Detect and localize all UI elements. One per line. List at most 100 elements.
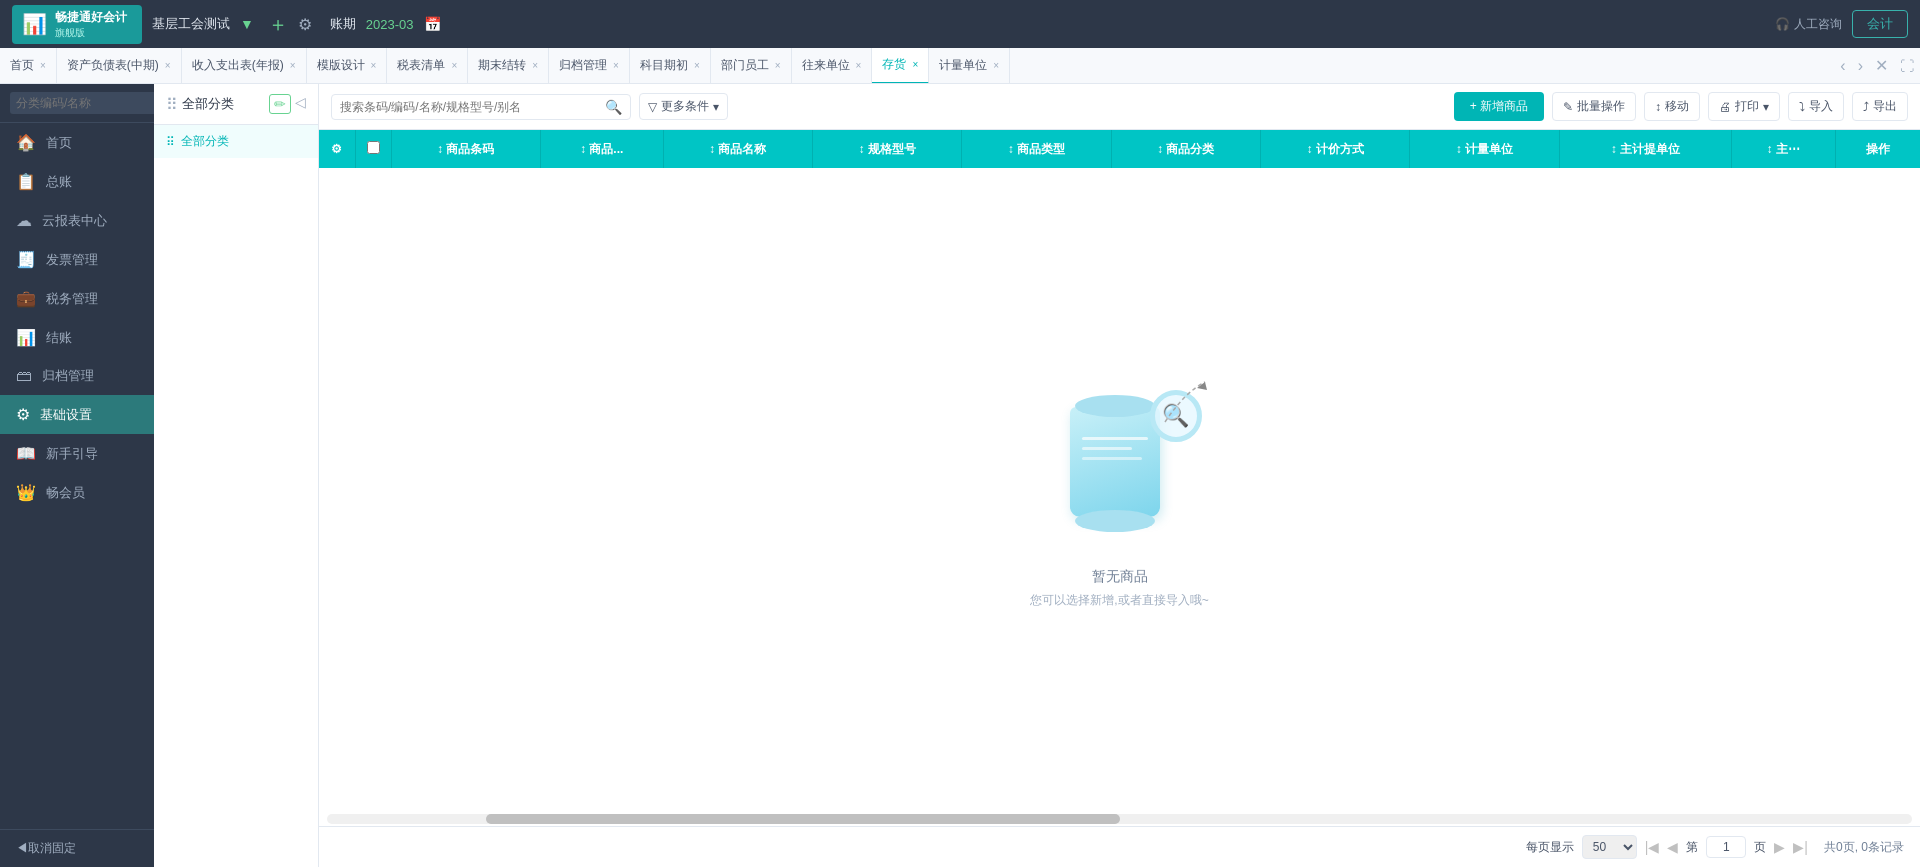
tab-----[interactable]: 往来单位×	[792, 48, 873, 84]
sidebar-item-云报表中心[interactable]: ☁云报表中心	[0, 201, 154, 240]
batch-button[interactable]: ✎ 批量操作	[1552, 92, 1636, 121]
tab-close-all[interactable]: ✕	[1869, 56, 1894, 75]
nav-icon: ☁	[16, 211, 32, 230]
settings-icon[interactable]: ⚙	[298, 15, 312, 34]
print-button[interactable]: 🖨 打印 ▾	[1708, 92, 1780, 121]
sidebar-search-area: 🔍	[0, 84, 154, 123]
tab-close-btn[interactable]: ×	[993, 60, 999, 71]
logo-text: 畅捷通好会计	[55, 9, 127, 26]
page-input[interactable]	[1706, 836, 1746, 858]
tab-close-btn[interactable]: ×	[856, 60, 862, 71]
main-layout: 🔍 🏠首页📋总账☁云报表中心🧾发票管理💼税务管理📊结账🗃归档管理⚙基础设置📖新手…	[0, 84, 1920, 867]
print-icon: 🖨	[1719, 100, 1731, 114]
col-action: 操作	[1835, 130, 1920, 168]
sidebar-item-总账[interactable]: 📋总账	[0, 162, 154, 201]
col-category: ↕ 商品分类	[1111, 130, 1260, 168]
page-total: 共0页, 0条记录	[1824, 839, 1904, 856]
sidebar-item-归档管理[interactable]: 🗃归档管理	[0, 357, 154, 395]
nav-icon: 👑	[16, 483, 36, 502]
tab-----[interactable]: 计量单位×	[929, 48, 1010, 84]
sidebar-item-首页[interactable]: 🏠首页	[0, 123, 154, 162]
tab-close-btn[interactable]: ×	[40, 60, 46, 71]
move-button[interactable]: ↕ 移动	[1644, 92, 1700, 121]
hash-icon: ⠿	[166, 95, 178, 114]
arrow-illustration	[1155, 372, 1215, 432]
export-button[interactable]: ⤴ 导出	[1852, 92, 1908, 121]
tab---[interactable]: 首页×	[0, 48, 57, 84]
tab-----[interactable]: 归档管理×	[549, 48, 630, 84]
help-icon: 🎧	[1775, 17, 1790, 31]
per-page-select[interactable]: 20 50 100 200	[1582, 835, 1637, 859]
category-collapse-icon[interactable]: ◁	[295, 94, 306, 114]
tab-----[interactable]: 模版设计×	[307, 48, 388, 84]
sidebar-nav: 🏠首页📋总账☁云报表中心🧾发票管理💼税务管理📊结账🗃归档管理⚙基础设置📖新手引导…	[0, 123, 154, 829]
tab-----[interactable]: 部门员工×	[711, 48, 792, 84]
col-barcode: ↕ 商品条码	[391, 130, 540, 168]
category-title: 全部分类	[182, 95, 269, 113]
company-dropdown-icon[interactable]: ▼	[240, 16, 254, 32]
tab-close-btn[interactable]: ×	[775, 60, 781, 71]
horizontal-scrollbar[interactable]	[327, 814, 1912, 824]
search-icon[interactable]: 🔍	[605, 99, 622, 115]
sidebar-item-畅会员[interactable]: 👑畅会员	[0, 473, 154, 512]
help-button[interactable]: 🎧 人工咨询	[1775, 16, 1842, 33]
tab-close-btn[interactable]: ×	[371, 60, 377, 71]
header: 📊 畅捷通好会计 旗舰版 基层工会测试 ▼ ＋ ⚙ 账期 2023-03 📅 🎧…	[0, 0, 1920, 48]
sidebar-item-基础设置[interactable]: ⚙基础设置	[0, 395, 154, 434]
sidebar-item-税务管理[interactable]: 💼税务管理	[0, 279, 154, 318]
col-settings[interactable]: ⚙	[319, 130, 355, 168]
sidebar-item-新手引导[interactable]: 📖新手引导	[0, 434, 154, 473]
page-first-btn[interactable]: |◀	[1645, 839, 1660, 855]
tab---[interactable]: 存货×	[872, 48, 929, 84]
tab-----[interactable]: 科目期初×	[630, 48, 711, 84]
scrollbar-thumb[interactable]	[486, 814, 1120, 824]
tab-close-btn[interactable]: ×	[451, 60, 457, 71]
page-next-btn[interactable]: ▶	[1774, 839, 1785, 855]
nav-icon: 🗃	[16, 367, 32, 385]
empty-title: 暂无商品	[1092, 568, 1148, 586]
select-all-checkbox[interactable]	[367, 141, 380, 154]
add-tab-button[interactable]: ＋	[268, 11, 288, 38]
table-header-row: ⚙ ↕ 商品条码 ↕ 商品... ↕ 商品名称 ↕ 规格型号 ↕ 商品类型 ↕ …	[319, 130, 1920, 168]
sidebar-item-发票管理[interactable]: 🧾发票管理	[0, 240, 154, 279]
search-input[interactable]	[340, 100, 599, 114]
tab-close-btn[interactable]: ×	[290, 60, 296, 71]
content-area: ⠿ 全部分类 ✏ ◁ ⠿ 全部分类 🔍	[154, 84, 1920, 867]
sidebar-search-input[interactable]	[10, 92, 172, 114]
tab-----[interactable]: 税表清单×	[387, 48, 468, 84]
tab-nav-left[interactable]: ‹	[1834, 57, 1851, 75]
tab-close-btn[interactable]: ×	[912, 59, 918, 70]
tab-close-btn[interactable]: ×	[694, 60, 700, 71]
col-name: ↕ 商品名称	[663, 130, 812, 168]
empty-state: 🔍 暂无商品 您可以选择新增,或者直接导入哦~	[319, 168, 1920, 812]
search-box: 🔍	[331, 94, 631, 120]
grid-icon: ⠿	[166, 135, 175, 149]
cancel-fixed-button[interactable]: ◀取消固定	[0, 829, 154, 867]
tab-nav-right[interactable]: ›	[1852, 57, 1869, 75]
import-button[interactable]: ⤵ 导入	[1788, 92, 1844, 121]
category-all-item[interactable]: ⠿ 全部分类	[154, 125, 318, 158]
tab----------[interactable]: 收入支出表(年报)×	[182, 48, 307, 84]
calendar-icon[interactable]: 📅	[424, 16, 441, 32]
sidebar-item-结账[interactable]: 📊结账	[0, 318, 154, 357]
tab----------[interactable]: 资产负债表(中期)×	[57, 48, 182, 84]
nav-icon: ⚙	[16, 405, 30, 424]
tab-expand[interactable]: ⛶	[1894, 58, 1920, 74]
tab-close-btn[interactable]: ×	[165, 60, 171, 71]
period-label: 账期	[330, 15, 356, 33]
page-prev-btn[interactable]: ◀	[1667, 839, 1678, 855]
per-page-label: 每页显示	[1526, 839, 1574, 856]
account-button[interactable]: 会计	[1852, 10, 1908, 38]
col-unit: ↕ 计量单位	[1410, 130, 1559, 168]
sidebar: 🔍 🏠首页📋总账☁云报表中心🧾发票管理💼税务管理📊结账🗃归档管理⚙基础设置📖新手…	[0, 84, 154, 867]
add-product-button[interactable]: + 新增商品	[1454, 92, 1544, 121]
category-edit-icon[interactable]: ✏	[269, 94, 291, 114]
tab-----[interactable]: 期末结转×	[468, 48, 549, 84]
tab-close-btn[interactable]: ×	[613, 60, 619, 71]
col-main-extra: ↕ 主⋯	[1731, 130, 1835, 168]
export-icon: ⤴	[1863, 100, 1869, 114]
col-checkbox[interactable]	[355, 130, 391, 168]
filter-button[interactable]: ▽ 更多条件 ▾	[639, 93, 728, 120]
page-last-btn[interactable]: ▶|	[1793, 839, 1808, 855]
tab-close-btn[interactable]: ×	[532, 60, 538, 71]
